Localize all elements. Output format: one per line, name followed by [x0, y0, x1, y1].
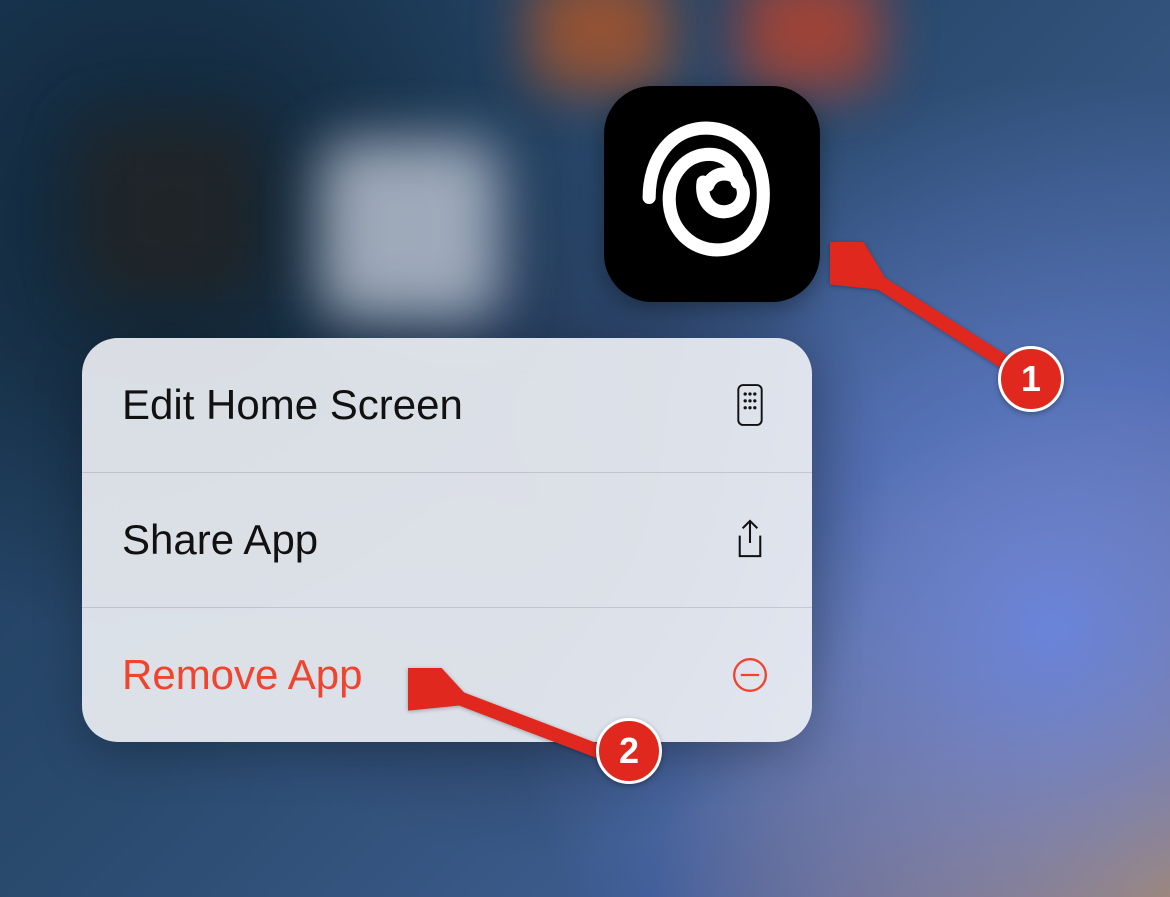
- menu-item-edit-home-screen[interactable]: Edit Home Screen: [82, 338, 812, 472]
- blurred-app-3: [80, 120, 260, 300]
- blurred-app-2: [740, 0, 880, 90]
- menu-item-label: Share App: [122, 516, 318, 564]
- menu-item-label: Edit Home Screen: [122, 381, 463, 429]
- menu-item-label: Remove App: [122, 651, 362, 699]
- remove-circle-icon: [728, 655, 772, 695]
- menu-item-share-app[interactable]: Share App: [82, 472, 812, 607]
- threads-app-icon[interactable]: [604, 86, 820, 302]
- app-context-menu: Edit Home Screen Share App: [82, 338, 812, 742]
- blurred-app-1: [530, 0, 670, 90]
- blurred-app-4: [320, 140, 500, 320]
- share-icon: [728, 518, 772, 562]
- apps-grid-icon: [728, 383, 772, 427]
- menu-item-remove-app[interactable]: Remove App: [82, 607, 812, 742]
- threads-icon: [626, 108, 799, 281]
